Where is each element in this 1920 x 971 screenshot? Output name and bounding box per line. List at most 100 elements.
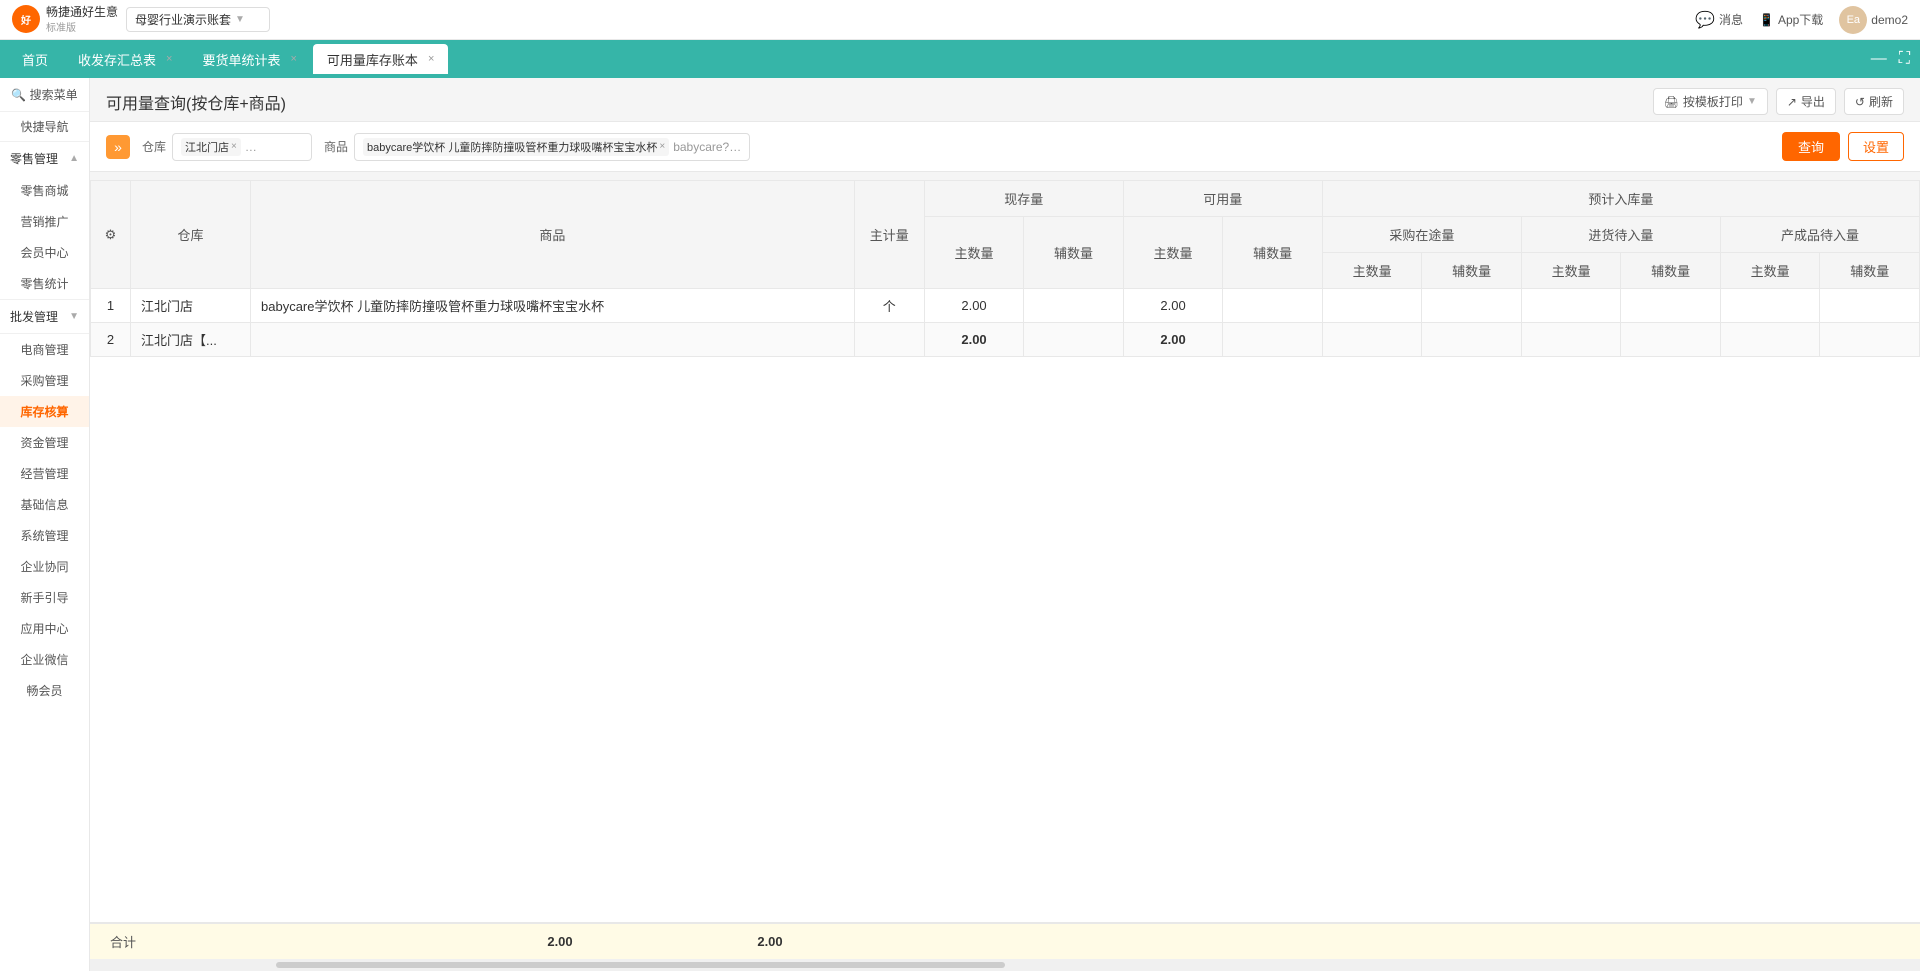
sidebar-quick-nav-label: 快捷导航 [20,120,68,134]
nav-tabs: 首页 收发存汇总表 × 要货单统计表 × 可用量库存账本 × — ⛶ [0,40,1920,78]
tab-order[interactable]: 要货单统计表 × [188,44,310,74]
sidebar-item-purchase[interactable]: 采购管理 [0,365,89,396]
th-stock-main: 主数量 [924,217,1024,289]
sidebar-item-member-pro[interactable]: 畅会员 [0,675,89,706]
td-pur-sub-2 [1422,323,1522,357]
settings-button[interactable]: 设置 [1848,132,1904,161]
warehouse-tag-remove[interactable]: × [231,141,237,152]
goods-label: 商品 [324,138,348,155]
td-stock-sub-1 [1024,289,1124,323]
sidebar-item-system[interactable]: 系统管理 [0,520,89,551]
td-pur-main-2 [1322,323,1422,357]
sidebar-quick-nav[interactable]: 快捷导航 [0,112,89,142]
td-inb-sub-1 [1621,289,1721,323]
print-button[interactable]: 🖨 按模板打印 ▼ [1653,88,1768,115]
sidebar-item-basic[interactable]: 基础信息 [0,489,89,520]
refresh-label: 刷新 [1869,93,1893,110]
sidebar-item-wecom-label: 企业微信 [20,653,68,667]
th-no: ⚙ [91,181,131,289]
logo-icon: 好 [12,5,40,33]
goods-filter: 商品 babycare学饮杯 儿童防摔防撞吸管杯重力球吸嘴杯宝宝水杯 × bab… [324,133,750,161]
query-button[interactable]: 查询 [1782,132,1840,161]
sidebar-section-retail-header[interactable]: 零售管理 ▲ [0,142,89,175]
chevron-down-icon: ▼ [235,14,245,25]
logo-sub: 标准版 [46,19,118,34]
sidebar-item-retail-stat-label: 零售统计 [20,277,68,291]
th-unit: 主计量 [854,181,924,289]
td-stock-main-2: 2.00 [924,323,1024,357]
goods-input[interactable]: babycare学饮杯 儿童防摔防撞吸管杯重力球吸嘴杯宝宝水杯 × babyca… [354,133,750,161]
tab-inventory-close[interactable]: × [428,53,434,65]
user-area[interactable]: Ea demo2 [1839,6,1908,34]
scroll-indicator[interactable] [90,959,1920,971]
th-stock: 现存量 [924,181,1123,217]
footer-label: 合计 [100,932,220,951]
top-bar-right: 💬 消息 📱 App下载 Ea demo2 [1695,6,1908,34]
th-inb-sub: 辅数量 [1621,253,1721,289]
goods-tag: babycare学饮杯 儿童防摔防撞吸管杯重力球吸嘴杯宝宝水杯 × [363,138,669,156]
sidebar-search[interactable]: 🔍 搜索菜单 [0,78,89,112]
account-selector[interactable]: 母婴行业演示账套 ▼ [126,7,270,32]
sidebar-item-retail-member-label: 会员中心 [20,246,68,260]
message-label: 消息 [1719,11,1743,28]
sidebar-item-finance-label: 资金管理 [20,436,68,450]
td-unit-1: 个 [854,289,924,323]
tab-collect[interactable]: 收发存汇总表 × [64,44,186,74]
app-download-button[interactable]: 📱 App下载 [1759,11,1823,28]
th-pur-sub: 辅数量 [1422,253,1522,289]
sidebar-item-retail-promo[interactable]: 营销推广 [0,206,89,237]
tab-inventory[interactable]: 可用量库存账本 × [313,44,448,74]
sidebar-item-retail-stat[interactable]: 零售统计 [0,268,89,299]
filter-expand-button[interactable]: » [106,135,130,159]
table-footer: 合计 2.00 2.00 [90,922,1920,959]
sidebar-section-wholesale-header[interactable]: 批发管理 ▼ [0,300,89,333]
sidebar-item-enterprise[interactable]: 企业协同 [0,551,89,582]
sidebar: 🔍 搜索菜单 快捷导航 零售管理 ▲ 零售商城 营销推广 会员中心 零售统计 [0,78,90,971]
sidebar-item-inventory-label: 库存核算 [20,405,68,419]
warehouse-input[interactable]: 江北门店 × … [172,133,312,161]
table-container[interactable]: ⚙ 仓库 商品 主计量 现存量 可用量 预计入库量 主数量 辅数量 主数量 辅数… [90,180,1920,922]
warehouse-tag-value: 江北门店 [185,139,229,155]
sidebar-item-newbie[interactable]: 新手引导 [0,582,89,613]
td-prod-sub-2 [1820,323,1920,357]
table-row: 1 江北门店 babycare学饮杯 儿童防摔防撞吸管杯重力球吸嘴杯宝宝水杯 个… [91,289,1920,323]
td-inb-main-1 [1521,289,1621,323]
tab-collect-close[interactable]: × [166,53,172,65]
goods-tag-remove[interactable]: × [659,141,665,152]
nav-right-actions: — ⛶ [1869,48,1912,70]
message-button[interactable]: 💬 消息 [1695,10,1743,30]
filter-right-actions: 查询 设置 [1782,132,1904,161]
sidebar-item-wecom[interactable]: 企业微信 [0,644,89,675]
message-icon: 💬 [1695,10,1715,30]
sidebar-item-basic-label: 基础信息 [20,498,68,512]
scroll-thumb[interactable] [276,962,1005,968]
sidebar-item-retail-member[interactable]: 会员中心 [0,237,89,268]
tab-collect-label: 收发存汇总表 [78,50,156,69]
export-button[interactable]: ↗ 导出 [1776,88,1836,115]
td-stock-main-1: 2.00 [924,289,1024,323]
refresh-button[interactable]: ↺ 刷新 [1844,88,1904,115]
page-header: 可用量查询(按仓库+商品) 🖨 按模板打印 ▼ ↗ 导出 ↺ 刷新 [90,78,1920,121]
sidebar-item-retail-promo-label: 营销推广 [20,215,68,229]
td-goods-1: babycare学饮杯 儿童防摔防撞吸管杯重力球吸嘴杯宝宝水杯 [251,289,855,323]
sidebar-item-ecommerce[interactable]: 电商管理 [0,334,89,365]
sidebar-item-inventory[interactable]: 库存核算 [0,396,89,427]
sidebar-item-retail-shop[interactable]: 零售商城 [0,175,89,206]
tab-home[interactable]: 首页 [8,44,62,74]
th-available: 可用量 [1123,181,1322,217]
minimize-icon[interactable]: — [1869,48,1889,70]
th-forecast: 预计入库量 [1322,181,1919,217]
settings-icon: ⚙ [105,227,117,242]
main-layout: 🔍 搜索菜单 快捷导航 零售管理 ▲ 零售商城 营销推广 会员中心 零售统计 [0,78,1920,971]
sidebar-item-finance[interactable]: 资金管理 [0,427,89,458]
sidebar-item-newbie-label: 新手引导 [20,591,68,605]
tab-inventory-label: 可用量库存账本 [327,50,418,69]
th-avail-sub: 辅数量 [1223,217,1323,289]
sidebar-item-enterprise-label: 企业协同 [20,560,68,574]
expand-icon[interactable]: ⛶ [1897,48,1912,70]
tab-order-close[interactable]: × [290,53,296,65]
footer-avail-main: 2.00 [710,934,830,949]
sidebar-item-appstore[interactable]: 应用中心 [0,613,89,644]
sidebar-item-operation[interactable]: 经营管理 [0,458,89,489]
goods-more: babycare?… [673,140,741,154]
